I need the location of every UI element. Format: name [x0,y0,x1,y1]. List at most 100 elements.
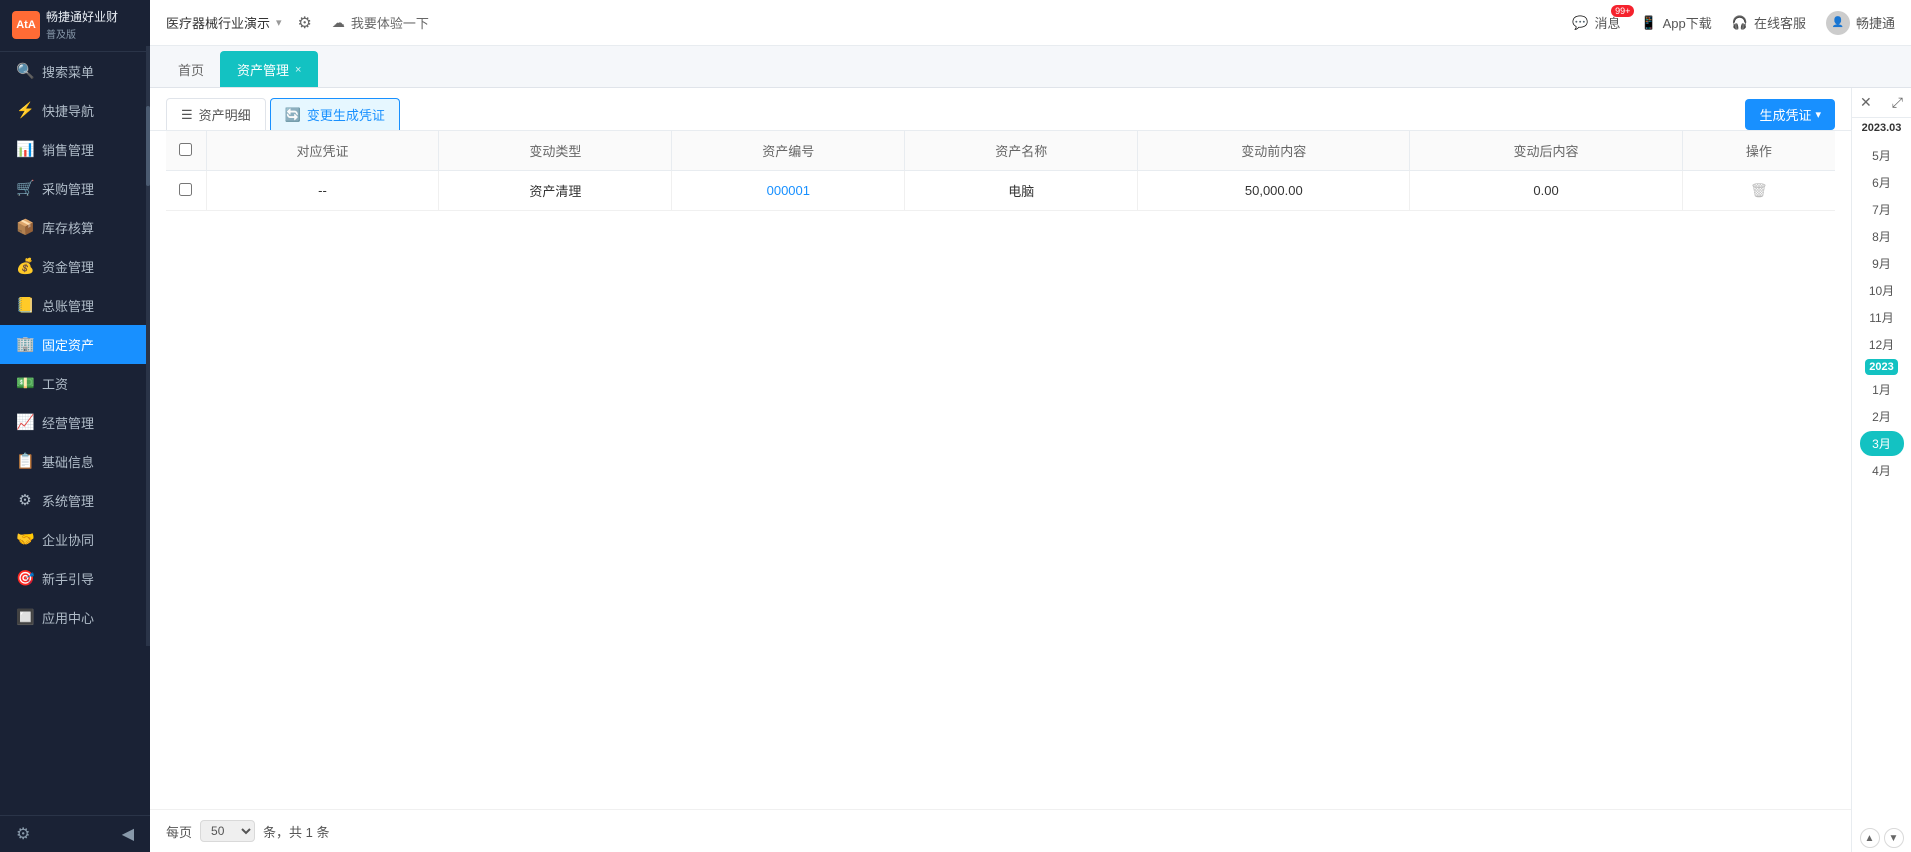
collapse-icon[interactable]: ◀ [122,824,134,844]
sidebar-item-search[interactable]: 🔍 搜索菜单 [0,52,150,91]
sidebar: AtA 畅捷通好业财 普及版 🔍 搜索菜单 ⚡ 快捷导航 📊 销售管理 🛒 采购… [0,0,150,852]
right-panel: ✕ ⤢ 2023.03 5月6月7月8月9月10月11月12月20231月2月3… [1851,88,1911,852]
table-header-checkbox [166,131,206,171]
tab-close-icon[interactable]: × [295,64,301,76]
tab-asset-mgmt[interactable]: 资产管理 × [220,51,318,87]
col-before: 变动前内容 [1138,131,1410,171]
sidebar-item-ledger[interactable]: 📒 总账管理 [0,286,150,325]
sidebar-bottom: ⚙ ◀ [0,815,150,852]
col-action: 操作 [1682,131,1835,171]
right-panel-header: ✕ ⤢ [1852,88,1911,118]
sidebar-item-system[interactable]: ⚙ 系统管理 [0,481,150,520]
generate-voucher-btn[interactable]: 生成凭证 ▾ [1745,99,1835,130]
online-service-btn[interactable]: 🎧 在线客服 [1732,13,1806,32]
messages-btn[interactable]: 💬 消息 99+ [1572,13,1620,32]
company-name: 医疗器械行业演示 [166,13,270,32]
timeline-month[interactable]: 8月 [1860,224,1904,249]
row-before: 50,000.00 [1138,171,1410,211]
timeline-month-2023[interactable]: 4月 [1860,458,1904,483]
quick-nav-icon: ⚡ [16,101,34,119]
company-selector[interactable]: 医疗器械行业演示 ▾ [166,13,282,32]
logo: AtA 畅捷通好业财 普及版 [0,0,150,52]
payroll-icon: 💵 [16,374,34,392]
timeline-month[interactable]: 11月 [1860,305,1904,330]
col-change-type: 变动类型 [439,131,672,171]
timeline-month[interactable]: 12月 [1860,332,1904,357]
per-page-select[interactable]: 102050100 [200,820,255,842]
pagination: 每页 102050100 条，共 1 条 [150,809,1851,852]
settings-bottom-icon[interactable]: ⚙ [16,824,30,844]
sidebar-item-label: 固定资产 [42,335,94,354]
sub-tab-change-voucher[interactable]: 🔄 变更生成凭证 [270,98,400,130]
sub-tab-detail-label: 资产明细 [199,105,251,124]
sidebar-item-purchase[interactable]: 🛒 采购管理 [0,169,150,208]
table-row: -- 资产清理 000001 电脑 50,000.00 0.00 🗑 [166,171,1835,211]
delete-row-icon[interactable]: 🗑 [1750,182,1768,198]
purchase-icon: 🛒 [16,179,34,197]
sidebar-item-guide[interactable]: 🎯 新手引导 [0,559,150,598]
sidebar-item-funds[interactable]: 💰 资金管理 [0,247,150,286]
app-center-icon: 🔲 [16,608,34,626]
experience-btn[interactable]: ☁ 我要体验一下 [332,13,429,32]
sidebar-item-label: 新手引导 [42,569,94,588]
timeline-month-2023[interactable]: 2月 [1860,404,1904,429]
sidebar-item-label: 应用中心 [42,608,94,627]
sidebar-item-label: 系统管理 [42,491,94,510]
message-badge: 99+ [1611,5,1634,17]
sales-icon: 📊 [16,140,34,158]
asset-table: 对应凭证 变动类型 资产编号 资产名称 变动前内容 变动后内容 操作 -- [166,131,1835,211]
timeline-month-2023[interactable]: 1月 [1860,377,1904,402]
right-panel-nav: ▲ ▼ [1852,824,1911,852]
sidebar-item-label: 企业协同 [42,530,94,549]
topbar: 医疗器械行业演示 ▾ ⚙ ☁ 我要体验一下 💬 消息 99+ 📱 App下载 🎧… [150,0,1911,46]
company-dropdown-icon: ▾ [276,16,282,29]
total-text: 条，共 1 条 [263,822,329,841]
main-panel: ☰ 资产明细 🔄 变更生成凭证 生成凭证 ▾ [150,88,1851,852]
sidebar-item-app-center[interactable]: 🔲 应用中心 [0,598,150,637]
sidebar-item-fixed-assets[interactable]: 🏢 固定资产 [0,325,150,364]
sidebar-item-quick-nav[interactable]: ⚡ 快捷导航 [0,91,150,130]
sidebar-item-basic-info[interactable]: 📋 基础信息 [0,442,150,481]
sidebar-item-inventory[interactable]: 📦 库存核算 [0,208,150,247]
col-asset-code: 资产编号 [672,131,905,171]
timeline-month[interactable]: 7月 [1860,197,1904,222]
basic-info-icon: 📋 [16,452,34,470]
timeline-month[interactable]: 6月 [1860,170,1904,195]
close-panel-icon[interactable]: ✕ [1860,94,1872,111]
sub-tab-asset-detail[interactable]: ☰ 资产明细 [166,98,266,130]
sub-tab-change-label: 变更生成凭证 [307,105,385,124]
guide-icon: 🎯 [16,569,34,587]
sidebar-item-label: 基础信息 [42,452,94,471]
app-download-btn[interactable]: 📱 App下载 [1640,13,1711,32]
sidebar-item-label: 经营管理 [42,413,94,432]
funds-icon: 💰 [16,257,34,275]
message-icon: 💬 [1572,15,1588,31]
user-area[interactable]: 👤 畅捷通 [1826,11,1895,35]
sidebar-item-label: 总账管理 [42,296,94,315]
sidebar-item-label: 库存核算 [42,218,94,237]
row-checkbox[interactable] [179,183,192,196]
sidebar-item-operations[interactable]: 📈 经营管理 [0,403,150,442]
sidebar-item-enterprise[interactable]: 🤝 企业协同 [0,520,150,559]
sidebar-item-label: 搜索菜单 [42,62,94,81]
main-area: 医疗器械行业演示 ▾ ⚙ ☁ 我要体验一下 💬 消息 99+ 📱 App下载 🎧… [150,0,1911,852]
expand-panel-icon[interactable]: ⤢ [1892,94,1903,111]
content-area: ☰ 资产明细 🔄 变更生成凭证 生成凭证 ▾ [150,88,1911,852]
tab-asset-mgmt-label: 资产管理 [237,60,289,79]
timeline-month-2023[interactable]: 3月 [1860,431,1904,456]
timeline-down-icon[interactable]: ▼ [1884,828,1904,848]
timeline-month[interactable]: 5月 [1860,143,1904,168]
search-icon: 🔍 [16,62,34,80]
timeline-month[interactable]: 9月 [1860,251,1904,276]
select-all-checkbox[interactable] [179,143,192,156]
timeline-up-icon[interactable]: ▲ [1860,828,1880,848]
row-change-type: 资产清理 [439,171,672,211]
sidebar-item-sales[interactable]: 📊 销售管理 [0,130,150,169]
tab-home[interactable]: 首页 [166,52,216,87]
settings-icon[interactable]: ⚙ [298,13,312,33]
timeline-month[interactable]: 10月 [1860,278,1904,303]
col-asset-name: 资产名称 [905,131,1138,171]
sidebar-item-payroll[interactable]: 💵 工资 [0,364,150,403]
timeline-year-2023: 2023 [1865,359,1897,375]
sidebar-item-label: 资金管理 [42,257,94,276]
